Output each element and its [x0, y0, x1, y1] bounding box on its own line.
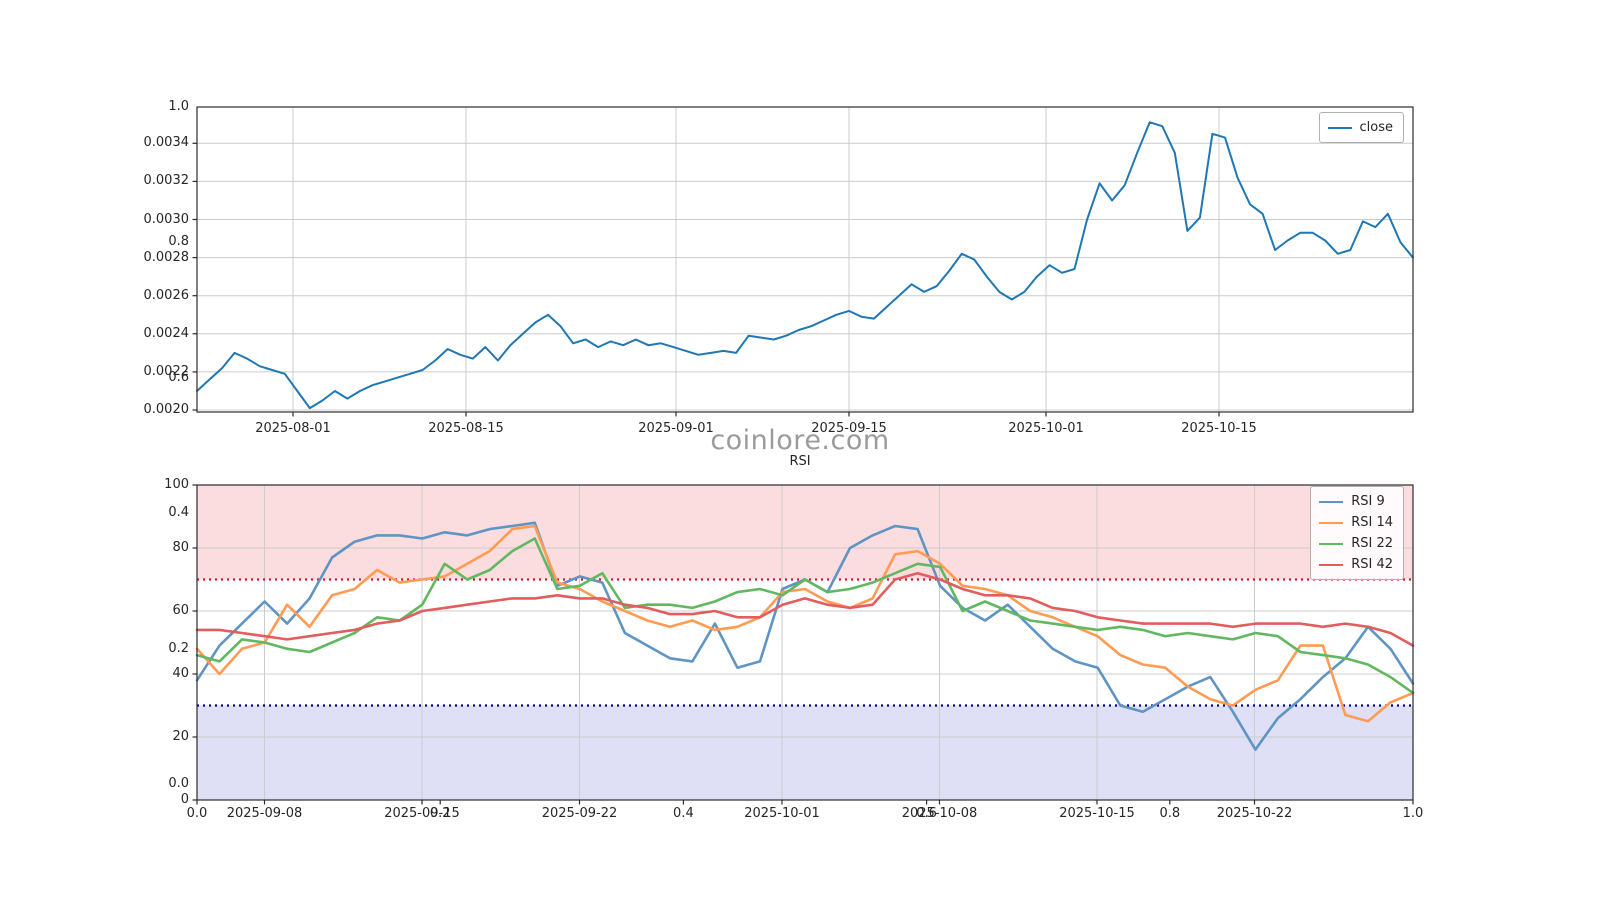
overlay-y-tick-label: 0.4 [168, 505, 189, 521]
close-line-swatch [1327, 126, 1352, 129]
price-y-tick-label: 0.0026 [143, 287, 190, 303]
price-y-tick-label: 0.0024 [143, 325, 190, 341]
price-y-tick-label: 0.0028 [143, 249, 190, 265]
overlay-y-tick-label: 0.6 [168, 369, 189, 385]
price-y-tick-label: 0.0020 [143, 402, 190, 417]
legend-item-rsi22: RSI 22 [1319, 533, 1393, 554]
rsi-x-tick-label: 2025-10-01 [744, 806, 820, 821]
rsi-x-tick-label: 2025-09-08 [226, 806, 303, 821]
rsi-x-tick-label: 2025-10-08 [901, 806, 978, 821]
overlay-x-tick-label: 1.0 [1402, 806, 1424, 821]
price-legend: close [1318, 112, 1404, 143]
rsi-x-tick-label: 2025-09-22 [541, 806, 618, 821]
rsi9-line-swatch [1319, 500, 1344, 503]
legend-label: RSI 22 [1351, 536, 1393, 551]
legend-label: RSI 42 [1351, 557, 1393, 572]
rsi-x-tick-label: 2025-10-15 [1059, 806, 1135, 821]
overlay-y-tick-label: 1.0 [168, 99, 189, 114]
price-y-tick-label: 0.0034 [143, 135, 190, 151]
price-x-tick-label: 2025-10-01 [1008, 421, 1084, 436]
rsi-y-tick-label: 100 [164, 477, 189, 492]
rsi-y-tick-label: 60 [172, 603, 189, 618]
overlay-y-tick-label: 0.0 [168, 776, 189, 791]
legend-label: RSI 14 [1351, 515, 1393, 530]
legend-label: close [1359, 120, 1393, 135]
overlay-y-tick-label: 0.2 [168, 640, 189, 656]
rsi-legend: RSI 9 RSI 14 RSI 22 RSI 42 [1310, 486, 1404, 580]
rsi42-line-swatch [1319, 563, 1344, 566]
price-y-tick-label: 0.0032 [143, 173, 190, 189]
rsi-panel-title: RSI [789, 454, 811, 469]
rsi14-line-swatch [1319, 521, 1344, 524]
price-y-tick-label: 0.0030 [143, 211, 190, 227]
legend-item-rsi9: RSI 9 [1319, 491, 1393, 512]
legend-label: RSI 9 [1351, 494, 1385, 509]
chart-figure: coinlore.com RSI close RSI 9 RSI 14 RSI … [0, 0, 1600, 900]
price-x-tick-label: 2025-09-15 [811, 421, 887, 436]
price-x-tick-label: 2025-10-15 [1181, 421, 1257, 436]
rsi-y-tick-label: 0 [180, 792, 189, 807]
rsi-x-tick-label: 2025-10-22 [1216, 806, 1293, 821]
rsi-y-tick-label: 20 [172, 729, 189, 744]
rsi-y-tick-label: 80 [172, 540, 189, 555]
rsi-y-tick-label: 40 [172, 666, 189, 681]
rsi22-line-swatch [1319, 542, 1344, 545]
price-x-tick-label: 2025-08-15 [428, 421, 504, 436]
overlay-y-tick-label: 0.8 [168, 234, 189, 250]
rsi-x-tick-label: 2025-09-15 [384, 806, 460, 821]
price-x-tick-label: 2025-08-01 [255, 421, 331, 436]
legend-item-rsi42: RSI 42 [1319, 554, 1393, 575]
price-x-tick-label: 2025-09-01 [638, 421, 714, 436]
legend-item-rsi14: RSI 14 [1319, 512, 1393, 533]
legend-item-close: close [1327, 117, 1393, 138]
